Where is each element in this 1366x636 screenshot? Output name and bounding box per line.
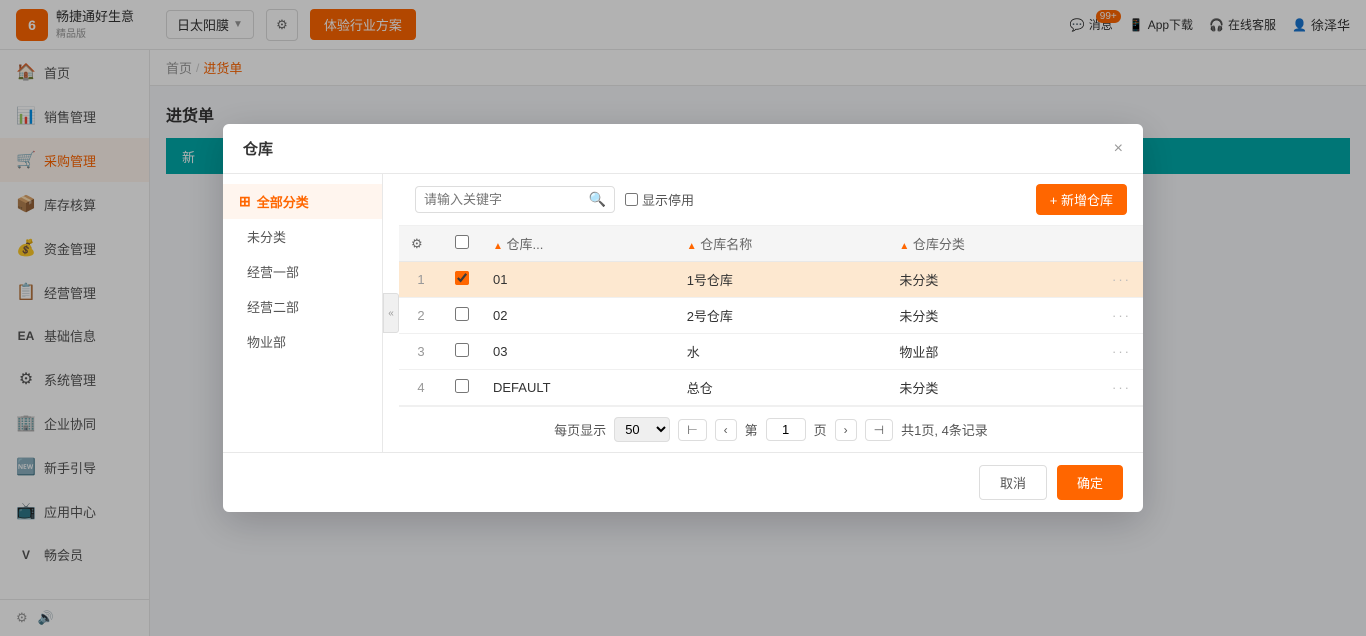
category-item-0[interactable]: 未分类 bbox=[223, 219, 382, 254]
pagination: 每页显示 50 100 200 ⊢ ‹ 第 页 › ⊣ 共1页, 4条记录 bbox=[399, 406, 1143, 452]
page-unit: 页 bbox=[814, 420, 827, 439]
warehouse-table: ⚙ ▲ 仓库... ▲ bbox=[399, 226, 1143, 406]
col-gear-icon: ⚙ bbox=[411, 236, 423, 251]
row-checkbox[interactable] bbox=[455, 379, 469, 393]
category-item-2[interactable]: 经营二部 bbox=[223, 289, 382, 324]
category-sidebar: ⊞ 全部分类 未分类 经营一部 经营二部 物业部 bbox=[223, 174, 383, 452]
search-input[interactable] bbox=[424, 192, 583, 207]
total-label: 共1页, 4条记录 bbox=[901, 420, 988, 439]
sort-icon-name: ▲ bbox=[687, 241, 697, 252]
per-page-label: 每页显示 bbox=[554, 420, 606, 439]
table-row[interactable]: 3 03 水 物业部 ··· bbox=[399, 334, 1143, 370]
row-check-cell bbox=[443, 370, 481, 406]
row-gear-cell: 1 bbox=[399, 262, 443, 298]
search-box: 🔍 bbox=[415, 186, 615, 213]
collapse-icon: « bbox=[388, 308, 394, 319]
row-code: 01 bbox=[481, 262, 675, 298]
last-page-button[interactable]: ⊣ bbox=[865, 419, 893, 441]
cancel-button[interactable]: 取消 bbox=[979, 465, 1047, 500]
row-name: 水 bbox=[675, 334, 888, 370]
col-actions bbox=[1100, 226, 1143, 262]
category-item-3[interactable]: 物业部 bbox=[223, 324, 382, 359]
row-category: 未分类 bbox=[887, 262, 1100, 298]
per-page-select[interactable]: 50 100 200 bbox=[614, 417, 670, 442]
table-header-row: ⚙ ▲ 仓库... ▲ bbox=[399, 226, 1143, 262]
row-check-cell bbox=[443, 298, 481, 334]
row-code: 02 bbox=[481, 298, 675, 334]
collapse-sidebar-button[interactable]: « bbox=[383, 293, 399, 333]
sort-icon-cat: ▲ bbox=[899, 241, 909, 252]
row-gear-cell: 3 bbox=[399, 334, 443, 370]
first-page-button[interactable]: ⊢ bbox=[678, 419, 706, 441]
page-label: 第 bbox=[745, 420, 758, 439]
modal-close-button[interactable]: × bbox=[1114, 140, 1123, 158]
col-name: ▲ 仓库名称 bbox=[675, 226, 888, 262]
modal-header: 仓库 × bbox=[223, 124, 1143, 174]
row-category: 未分类 bbox=[887, 370, 1100, 406]
row-gear-cell: 2 bbox=[399, 298, 443, 334]
row-actions[interactable]: ··· bbox=[1100, 298, 1143, 334]
row-actions[interactable]: ··· bbox=[1100, 334, 1143, 370]
table-row[interactable]: 2 02 2号仓库 未分类 ··· bbox=[399, 298, 1143, 334]
select-all-checkbox[interactable] bbox=[455, 235, 469, 249]
all-categories-item[interactable]: ⊞ 全部分类 bbox=[223, 184, 382, 219]
row-name: 2号仓库 bbox=[675, 298, 888, 334]
sort-icon: ▲ bbox=[493, 241, 503, 252]
modal-toolbar: 🔍 显示停用 + 新增仓库 bbox=[399, 174, 1143, 226]
prev-page-button[interactable]: ‹ bbox=[715, 419, 737, 441]
col-gear: ⚙ bbox=[399, 226, 443, 262]
all-categories-label: 全部分类 bbox=[257, 192, 309, 211]
modal-overlay: 仓库 × ⊞ 全部分类 未分类 经营一部 经营二部 bbox=[0, 0, 1366, 636]
category-item-1[interactable]: 经营一部 bbox=[223, 254, 382, 289]
row-checkbox[interactable] bbox=[455, 343, 469, 357]
row-category: 物业部 bbox=[887, 334, 1100, 370]
row-check-cell bbox=[443, 334, 481, 370]
row-check-cell bbox=[443, 262, 481, 298]
row-code: 03 bbox=[481, 334, 675, 370]
next-page-button[interactable]: › bbox=[835, 419, 857, 441]
modal-body: ⊞ 全部分类 未分类 经营一部 经营二部 物业部 « bbox=[223, 174, 1143, 452]
table-row[interactable]: 1 01 1号仓库 未分类 ··· bbox=[399, 262, 1143, 298]
confirm-button[interactable]: 确定 bbox=[1057, 465, 1123, 500]
modal-main: 🔍 显示停用 + 新增仓库 ⚙ bbox=[399, 174, 1143, 452]
modal-title: 仓库 bbox=[243, 138, 273, 159]
grid-icon: ⊞ bbox=[239, 193, 251, 210]
col-code: ▲ 仓库... bbox=[481, 226, 675, 262]
row-code: DEFAULT bbox=[481, 370, 675, 406]
row-actions[interactable]: ··· bbox=[1100, 262, 1143, 298]
row-checkbox[interactable] bbox=[455, 271, 469, 285]
row-checkbox[interactable] bbox=[455, 307, 469, 321]
page-number-input[interactable] bbox=[766, 418, 806, 441]
search-icon: 🔍 bbox=[589, 191, 606, 208]
row-gear-cell: 4 bbox=[399, 370, 443, 406]
table-row[interactable]: 4 DEFAULT 总仓 未分类 ··· bbox=[399, 370, 1143, 406]
show-disabled-label[interactable]: 显示停用 bbox=[625, 190, 694, 209]
col-check bbox=[443, 226, 481, 262]
show-disabled-checkbox[interactable] bbox=[625, 193, 638, 206]
modal-footer: 取消 确定 bbox=[223, 452, 1143, 512]
row-category: 未分类 bbox=[887, 298, 1100, 334]
row-name: 总仓 bbox=[675, 370, 888, 406]
new-warehouse-button[interactable]: + 新增仓库 bbox=[1036, 184, 1127, 215]
warehouse-modal: 仓库 × ⊞ 全部分类 未分类 经营一部 经营二部 bbox=[223, 124, 1143, 512]
row-name: 1号仓库 bbox=[675, 262, 888, 298]
row-actions[interactable]: ··· bbox=[1100, 370, 1143, 406]
col-category: ▲ 仓库分类 bbox=[887, 226, 1100, 262]
